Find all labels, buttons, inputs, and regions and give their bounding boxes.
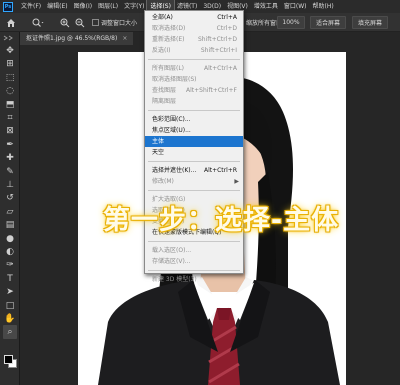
photoshop-logo-icon[interactable]: Ps: [3, 1, 13, 12]
document-tab-title: 抠证件照1.jpg @ 46.5%(RGB/8): [26, 35, 118, 42]
path-selection-tool-icon[interactable]: ➤: [3, 285, 17, 299]
select-menu-item[interactable]: 取消选择图层(S): [145, 74, 243, 85]
dodge-tool-icon[interactable]: ◐: [3, 245, 17, 259]
clone-stamp-tool-icon[interactable]: ⊥: [3, 178, 17, 192]
gradient-tool-icon[interactable]: ▤: [3, 218, 17, 232]
select-menu-item-label: 焦点区域(U)...: [152, 127, 191, 134]
select-menu-item-label: 选择并遮住(K)...: [152, 167, 197, 174]
select-menu-item-label: 新建 3D 模型(3): [152, 276, 197, 283]
select-menu-item-label: 查找图层: [152, 87, 177, 94]
select-menu-item[interactable]: 天空: [145, 147, 243, 158]
marquee-tool-icon[interactable]: ⬚: [3, 71, 17, 85]
select-menu-item-shortcut: Ctrl+D: [216, 25, 237, 32]
select-menu-item[interactable]: 隔离图层: [145, 96, 243, 107]
lasso-tool-icon[interactable]: ◌: [3, 84, 17, 98]
rectangle-tool-icon[interactable]: □: [3, 299, 17, 313]
home-icon[interactable]: [6, 16, 16, 29]
eraser-tool-icon[interactable]: ▱: [3, 205, 17, 219]
select-menu-item-label: 天空: [152, 149, 165, 156]
select-menu-item-label: 色彩范围(C)...: [152, 116, 191, 123]
select-menu-item[interactable]: 查找图层 Alt+Shift+Ctrl+F: [145, 85, 243, 96]
select-menu-item-shortcut: Alt+Shift+Ctrl+F: [186, 87, 237, 94]
select-menu-item[interactable]: 焦点区域(U)...: [145, 125, 243, 136]
type-tool-icon[interactable]: T: [3, 272, 17, 286]
select-menu-item-label: 取消选择(D): [152, 25, 186, 32]
brush-tool-icon[interactable]: ✎: [3, 165, 17, 179]
select-menu-item[interactable]: 反选(I) Shift+Ctrl+I: [145, 45, 243, 56]
zoom-tool-preset-icon[interactable]: [32, 16, 44, 29]
close-tab-icon[interactable]: ×: [122, 35, 127, 42]
frame-tool-icon[interactable]: ⊠: [3, 124, 17, 138]
menu-separator: [148, 190, 240, 191]
select-menu-item-label: 修改(M): [152, 178, 174, 185]
select-menu-item-shortcut: Ctrl+A: [217, 14, 237, 21]
select-menu-item[interactable]: 修改(M) ▶: [145, 176, 243, 187]
pen-tool-icon[interactable]: ✑: [3, 258, 17, 272]
artboard-tool-icon[interactable]: ⊞: [3, 57, 17, 71]
select-menu-item-shortcut: Shift+Ctrl+I: [200, 47, 237, 54]
select-menu-item[interactable]: 重新选择(E) Shift+Ctrl+D: [145, 34, 243, 45]
menu-separator: [148, 161, 240, 162]
menu-separator: [148, 270, 240, 271]
zoom-tool-icon[interactable]: ⌕: [3, 325, 17, 340]
select-menu-item-label: 全部(A): [152, 14, 173, 21]
blur-tool-icon[interactable]: ●: [3, 232, 17, 246]
select-menu-item[interactable]: 选择并遮住(K)... Alt+Ctrl+R: [145, 165, 243, 176]
select-menu-item[interactable]: 取消选择(D) Ctrl+D: [145, 23, 243, 34]
object-selection-tool-icon[interactable]: ⬒: [3, 98, 17, 112]
select-menu-item-shortcut: Shift+Ctrl+D: [198, 36, 237, 43]
select-menu-item[interactable]: 载入选区(O)...: [145, 245, 243, 256]
healing-brush-tool-icon[interactable]: ✚: [3, 151, 17, 165]
menu-item[interactable]: 帮助(H): [310, 0, 337, 13]
select-menu-item-label: 反选(I): [152, 47, 171, 54]
select-menu-item[interactable]: 所有图层(L) Alt+Ctrl+A: [145, 63, 243, 74]
crop-tool-icon[interactable]: ⌗: [3, 111, 17, 125]
select-menu-item-label: 载入选区(O)...: [152, 247, 192, 254]
menu-separator: [148, 241, 240, 242]
menu-item[interactable]: 窗口(W): [281, 0, 310, 13]
fill-screen-button[interactable]: 填充屏幕: [352, 16, 388, 29]
menu-item[interactable]: 编辑(E): [44, 0, 70, 13]
move-tool-icon[interactable]: ✥: [3, 44, 17, 58]
zoom-100-button[interactable]: 100%: [277, 16, 305, 29]
foreground-color-swatch[interactable]: [4, 355, 13, 364]
select-menu-item-shortcut: Alt+Ctrl+R: [203, 167, 237, 174]
menu-item[interactable]: 图像(I): [71, 0, 95, 13]
select-menu-item-label: 隔离图层: [152, 98, 177, 105]
zoom-out-icon[interactable]: [75, 16, 85, 29]
checkbox-box[interactable]: [92, 19, 99, 26]
history-brush-tool-icon[interactable]: ↺: [3, 191, 17, 205]
select-menu-item[interactable]: 存储选区(V)...: [145, 256, 243, 267]
select-menu-item-label: 存储选区(V)...: [152, 258, 191, 265]
select-menu-item[interactable]: 新建 3D 模型(3): [145, 274, 243, 285]
fit-screen-button[interactable]: 适合屏幕: [310, 16, 346, 29]
submenu-arrow-icon: ▶: [234, 178, 239, 185]
tools-panel: ✥ ⊞ ⬚ ◌ ⬒ ⌗ ⊠ ✒ ✚ ✎ ⊥ ↺ ▱ ▤ ● ◐ ✑ T ➤ □ ✋ ⌕: [0, 32, 20, 385]
resize-windows-label: 调整窗口大小: [101, 20, 138, 27]
hand-tool-icon[interactable]: ✋: [3, 312, 17, 326]
resize-windows-checkbox[interactable]: 调整窗口大小: [92, 16, 137, 29]
select-menu-item-label: 重新选择(E): [152, 36, 185, 43]
zoom-in-icon[interactable]: [60, 16, 70, 29]
document-tab[interactable]: 抠证件照1.jpg @ 46.5%(RGB/8) ×: [20, 32, 134, 45]
select-menu-item-shortcut: Alt+Ctrl+A: [204, 65, 237, 72]
menu-item[interactable]: 图层(L): [95, 0, 121, 13]
menu-separator: [148, 110, 240, 111]
select-menu-item[interactable]: 全部(A) Ctrl+A: [145, 12, 243, 23]
menu-separator: [148, 59, 240, 60]
select-menu-item-label: 所有图层(L): [152, 65, 185, 72]
menu-item[interactable]: 文件(F): [18, 0, 44, 13]
select-menu-item[interactable]: 色彩范围(C)...: [145, 114, 243, 125]
eyedropper-tool-icon[interactable]: ✒: [3, 138, 17, 152]
tutorial-caption: 第一步：选择-主体: [102, 205, 340, 236]
menu-item[interactable]: 增效工具: [251, 0, 281, 13]
select-menu-item[interactable]: 主体: [145, 136, 243, 147]
select-menu-item-label: 主体: [152, 138, 165, 145]
select-menu-item-label: 取消选择图层(S): [152, 76, 197, 83]
toolbar-collapse-icon[interactable]: [0, 34, 20, 42]
